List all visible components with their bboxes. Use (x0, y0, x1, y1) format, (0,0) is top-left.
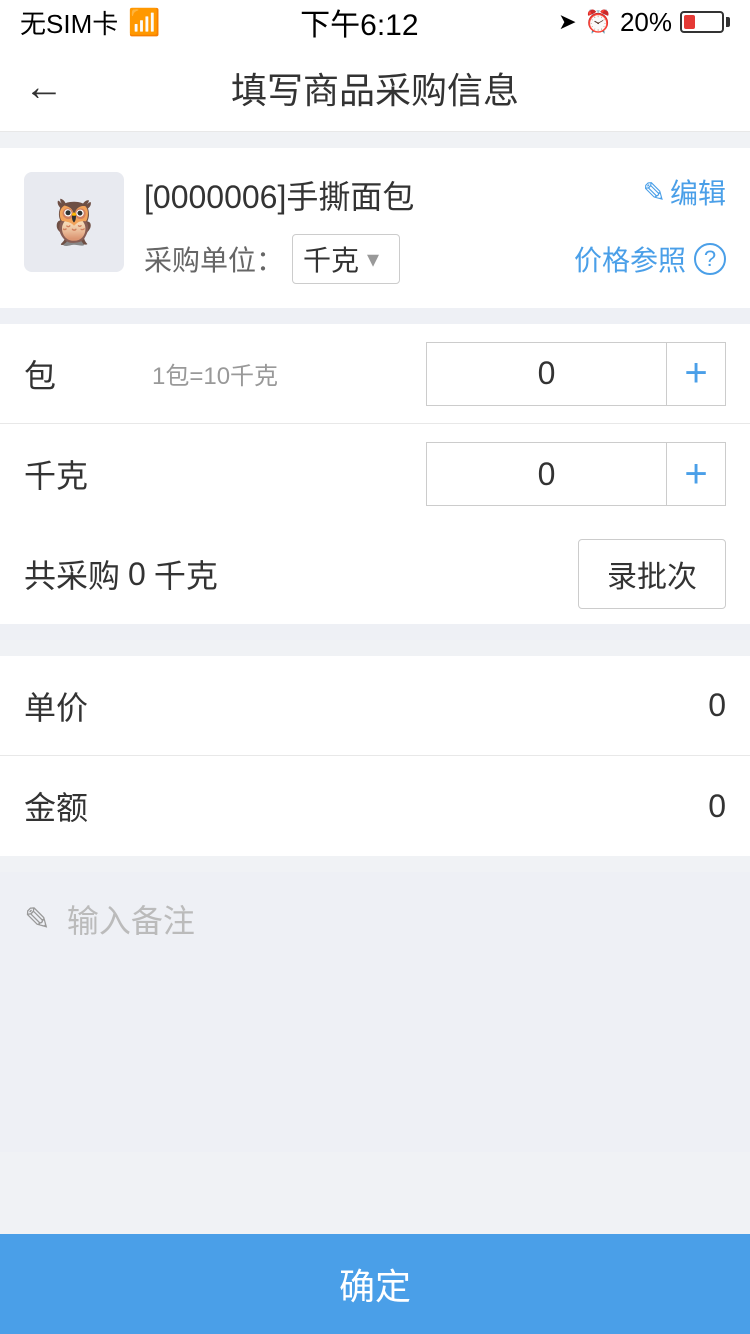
summary-prefix: 共采购 (24, 551, 120, 597)
summary-amount: 0 (128, 556, 146, 593)
divider-1 (0, 308, 750, 324)
info-section: 单价 0 金额 0 (0, 656, 750, 856)
unit-price-label: 单价 (24, 683, 88, 729)
unit-price-value: 0 (708, 687, 726, 724)
product-card: 🦉 [0000006]手撕面包 ✎ 编辑 采购单位： 千克 ▾ 价格参照 ? (0, 148, 750, 308)
back-icon: ← (24, 65, 64, 110)
status-bar: 无SIM卡 📶 下午6:12 ➤ ⏰ 20% (0, 0, 750, 44)
unit-label: 采购单位： (144, 239, 284, 279)
product-info: [0000006]手撕面包 ✎ 编辑 采购单位： 千克 ▾ 价格参照 ? (144, 172, 726, 284)
bag-input-controls: + (426, 342, 726, 406)
bag-plus-button[interactable]: + (666, 342, 726, 406)
confirm-button[interactable]: 确定 (0, 1234, 750, 1334)
status-right: ➤ ⏰ 20% (558, 7, 730, 38)
edit-button[interactable]: ✎ 编辑 (643, 172, 726, 212)
battery-indicator (680, 11, 730, 33)
input-section: 包 1包=10千克 + 千克 + (0, 324, 750, 524)
product-unit-row: 采购单位： 千克 ▾ 价格参照 ? (144, 234, 726, 284)
wifi-icon: 📶 (128, 7, 160, 38)
nav-bar: ← 填写商品采购信息 (0, 44, 750, 132)
unit-dropdown-icon: ▾ (367, 245, 379, 274)
kg-quantity-input[interactable] (426, 442, 666, 506)
product-title: 手撕面包 (286, 179, 414, 215)
status-time: 下午6:12 (300, 0, 418, 44)
sim-text: 无SIM卡 (20, 4, 118, 41)
bag-input-row: 包 1包=10千克 + (0, 324, 750, 424)
batch-button[interactable]: 录批次 (578, 539, 726, 609)
alarm-icon: ⏰ (585, 9, 612, 35)
kg-label: 千克 (24, 451, 144, 497)
product-header: [0000006]手撕面包 ✎ 编辑 (144, 172, 726, 218)
battery-percent: 20% (620, 7, 672, 38)
price-ref-button[interactable]: 价格参照 ? (574, 239, 726, 279)
kg-plus-button[interactable]: + (666, 442, 726, 506)
bag-quantity-input[interactable] (426, 342, 666, 406)
remark-placeholder: 输入备注 (67, 896, 195, 942)
location-icon: ➤ (558, 9, 576, 35)
kg-input-row: 千克 + (0, 424, 750, 524)
unit-select[interactable]: 千克 ▾ (292, 234, 400, 284)
page-title: 填写商品采购信息 (231, 62, 519, 114)
product-id: [0000006] (144, 179, 286, 215)
product-name: [0000006]手撕面包 (144, 172, 414, 218)
bag-label: 包 (24, 351, 144, 397)
edit-icon: ✎ (643, 176, 666, 209)
kg-input-controls: + (426, 442, 726, 506)
divider-2 (0, 624, 750, 640)
bag-sub-label: 1包=10千克 (152, 356, 278, 391)
status-left: 无SIM卡 📶 (20, 4, 161, 41)
product-thumbnail: 🦉 (24, 172, 124, 272)
edit-label: 编辑 (670, 172, 726, 212)
amount-value: 0 (708, 788, 726, 825)
remark-section[interactable]: ✎ 输入备注 (0, 872, 750, 1152)
unit-value: 千克 (303, 239, 359, 279)
unit-price-row: 单价 0 (0, 656, 750, 756)
amount-label: 金额 (24, 783, 88, 829)
summary-unit: 千克 (154, 551, 218, 597)
summary-text: 共采购 0 千克 (24, 551, 218, 597)
price-ref-label: 价格参照 (574, 239, 686, 279)
amount-row: 金额 0 (0, 756, 750, 856)
price-ref-icon: ? (694, 243, 726, 275)
back-button[interactable]: ← (24, 65, 64, 110)
product-thumbnail-icon: 🦉 (47, 196, 102, 248)
summary-row: 共采购 0 千克 录批次 (0, 524, 750, 624)
remark-icon: ✎ (24, 900, 51, 938)
